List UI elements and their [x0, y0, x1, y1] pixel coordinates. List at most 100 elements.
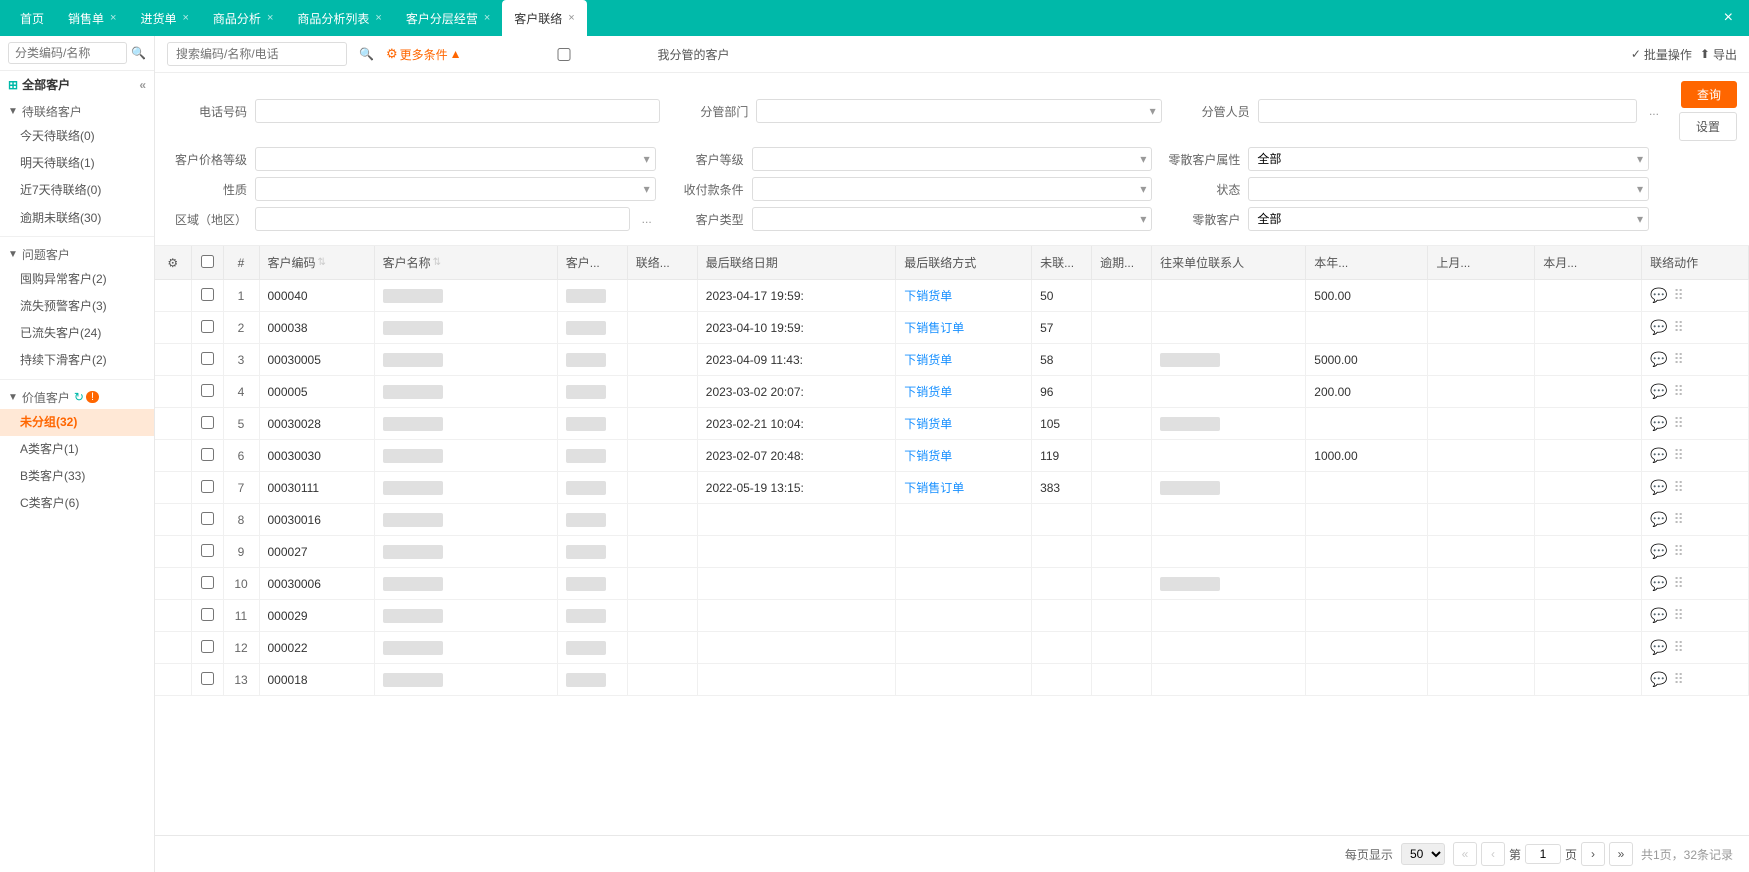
row-checkbox[interactable] [201, 640, 214, 653]
last-page-btn[interactable]: » [1609, 842, 1633, 866]
more-icon[interactable]: ⠿ [1674, 607, 1684, 624]
filter-status-select[interactable] [1248, 177, 1649, 201]
filter-retail-attr-select[interactable]: 全部 [1248, 147, 1649, 171]
chat-icon[interactable]: 💬 [1650, 383, 1667, 400]
row-checkbox[interactable] [201, 544, 214, 557]
nav-customer-contact[interactable]: 客户联络 × [502, 0, 586, 36]
nav-sales-order[interactable]: 销售单 × [56, 0, 128, 36]
td-checkbox-cell[interactable] [191, 664, 223, 696]
sidebar-item-class-a[interactable]: A类客户(1) [0, 436, 154, 463]
th-checkbox[interactable] [191, 246, 223, 280]
sidebar-item-7days-pending[interactable]: 近7天待联络(0) [0, 177, 154, 204]
filter-input-manager[interactable] [1258, 99, 1637, 123]
chat-icon[interactable]: 💬 [1650, 639, 1667, 656]
chat-icon[interactable]: 💬 [1650, 671, 1667, 688]
query-button[interactable]: 查询 [1681, 81, 1737, 108]
more-icon[interactable]: ⠿ [1674, 639, 1684, 656]
th-code[interactable]: 客户编码⇅ [259, 246, 374, 280]
th-type[interactable]: 客户... [557, 246, 627, 280]
sidebar-all-customers[interactable]: ⊞ 全部客户 « [0, 71, 154, 98]
chat-icon[interactable]: 💬 [1650, 543, 1667, 560]
sidebar-search-icon[interactable]: 🔍 [131, 46, 146, 60]
chat-icon[interactable]: 💬 [1650, 511, 1667, 528]
nav-customer-tier[interactable]: 客户分层经营 × [394, 0, 502, 36]
chat-icon[interactable]: 💬 [1650, 287, 1667, 304]
td-checkbox-cell[interactable] [191, 568, 223, 600]
reset-button[interactable]: 设置 [1679, 112, 1737, 141]
td-checkbox-cell[interactable] [191, 312, 223, 344]
more-icon[interactable]: ⠿ [1674, 351, 1684, 368]
close-product-analysis[interactable]: × [267, 12, 273, 24]
sidebar-group-value[interactable]: ▼ 价值客户 ↻ ! [0, 384, 154, 409]
sidebar-item-abnormal-purchase[interactable]: 囤购异常客户(2) [0, 266, 154, 293]
export-button[interactable]: ⬆ 导出 [1700, 46, 1737, 63]
filter-cust-level-select[interactable] [752, 147, 1153, 171]
filter-input-region[interactable] [255, 207, 630, 231]
th-settings[interactable]: ⚙ [155, 246, 191, 280]
nav-product-analysis[interactable]: 商品分析 × [201, 0, 285, 36]
close-sales-order[interactable]: × [110, 12, 116, 24]
filter-price-select[interactable] [255, 147, 656, 171]
th-overdue[interactable]: 逾期... [1092, 246, 1152, 280]
close-product-analysis-list[interactable]: × [375, 12, 381, 24]
th-partner[interactable]: 往来单位联系人 [1152, 246, 1306, 280]
last-method-link[interactable]: 下销货单 [904, 385, 952, 399]
more-icon[interactable]: ⠿ [1674, 671, 1684, 688]
sidebar-item-class-b[interactable]: B类客户(33) [0, 463, 154, 490]
sidebar-item-today-pending[interactable]: 今天待联络(0) [0, 123, 154, 150]
sidebar-item-declining[interactable]: 持续下滑客户(2) [0, 347, 154, 374]
td-checkbox-cell[interactable] [191, 376, 223, 408]
td-checkbox-cell[interactable] [191, 408, 223, 440]
td-checkbox-cell[interactable] [191, 632, 223, 664]
filter-payment-select[interactable] [752, 177, 1153, 201]
sidebar-search-input[interactable] [8, 42, 127, 64]
more-icon[interactable]: ⠿ [1674, 383, 1684, 400]
last-method-link[interactable]: 下销货单 [904, 417, 952, 431]
td-checkbox-cell[interactable] [191, 280, 223, 312]
more-icon[interactable]: ⠿ [1674, 447, 1684, 464]
more-conditions-btn[interactable]: ⚙ 更多条件 ▲ [386, 46, 462, 63]
nav-purchase-order[interactable]: 进货单 × [128, 0, 200, 36]
th-this-month[interactable]: 本月... [1535, 246, 1642, 280]
filter-retail-cust-select[interactable]: 全部 [1248, 207, 1649, 231]
chat-icon[interactable]: 💬 [1650, 575, 1667, 592]
more-icon[interactable]: ⠿ [1674, 479, 1684, 496]
first-page-btn[interactable]: « [1453, 842, 1477, 866]
sidebar-item-churn-warning[interactable]: 流失预警客户(3) [0, 293, 154, 320]
select-all-checkbox[interactable] [201, 255, 214, 268]
sidebar-item-overdue-contact[interactable]: 逾期未联络(30) [0, 205, 154, 232]
page-number-input[interactable] [1525, 844, 1561, 864]
filter-search-icon[interactable]: 🔍 [359, 47, 374, 61]
td-checkbox-cell[interactable] [191, 440, 223, 472]
my-customers-checkbox[interactable]: 我分管的客户 [474, 46, 730, 63]
sidebar-group-problem[interactable]: ▼ 问题客户 [0, 241, 154, 266]
td-checkbox-cell[interactable] [191, 344, 223, 376]
row-checkbox[interactable] [201, 352, 214, 365]
filter-dept-select[interactable] [756, 99, 1161, 123]
nav-home[interactable]: 首页 [8, 0, 56, 36]
last-method-link[interactable]: 下销货单 [904, 353, 952, 367]
sidebar-group-pending[interactable]: ▼ 待联络客户 [0, 98, 154, 123]
td-checkbox-cell[interactable] [191, 472, 223, 504]
row-checkbox[interactable] [201, 288, 214, 301]
per-page-select[interactable]: 50 [1401, 843, 1445, 865]
sidebar-item-churned[interactable]: 已流失客户(24) [0, 320, 154, 347]
more-icon[interactable]: ⠿ [1674, 287, 1684, 304]
more-icon[interactable]: ⠿ [1674, 415, 1684, 432]
prev-page-btn[interactable]: ‹ [1481, 842, 1505, 866]
more-icon[interactable]: ⠿ [1674, 511, 1684, 528]
settings-icon[interactable]: ⚙ [167, 256, 178, 270]
th-last-method[interactable]: 最后联络方式 [896, 246, 1032, 280]
filter-cust-type-select[interactable] [752, 207, 1153, 231]
th-last-date[interactable]: 最后联络日期 [697, 246, 895, 280]
chat-icon[interactable]: 💬 [1650, 447, 1667, 464]
th-last-month[interactable]: 上月... [1428, 246, 1535, 280]
chat-icon[interactable]: 💬 [1650, 479, 1667, 496]
sidebar-item-ungrouped[interactable]: 未分组(32) [0, 409, 154, 436]
sidebar-item-tomorrow-pending[interactable]: 明天待联络(1) [0, 150, 154, 177]
row-checkbox[interactable] [201, 384, 214, 397]
search-input[interactable] [167, 42, 347, 66]
chat-icon[interactable]: 💬 [1650, 415, 1667, 432]
row-checkbox[interactable] [201, 320, 214, 333]
close-customer-contact[interactable]: × [568, 12, 574, 24]
